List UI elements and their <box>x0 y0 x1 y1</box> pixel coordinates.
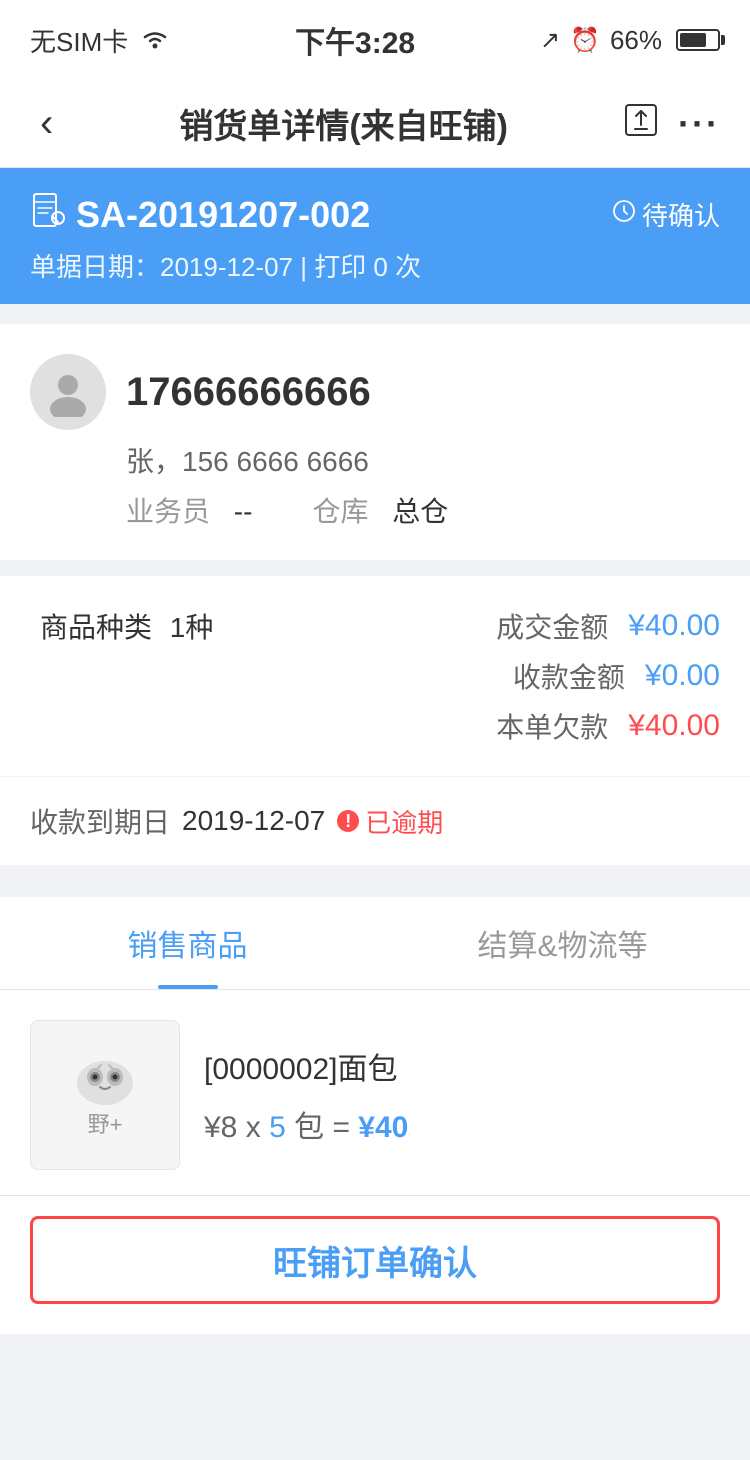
nav-actions: ··· <box>624 103 720 145</box>
battery-icon <box>676 29 720 51</box>
amount-label: 成交金额 <box>496 606 608 646</box>
order-icon <box>30 192 66 237</box>
status-carrier: 无SIM卡 <box>30 22 170 59</box>
overdue-badge: ! 已逾期 <box>337 803 443 840</box>
more-button[interactable]: ··· <box>678 103 720 145</box>
product-item: 野+ [0000002]面包 ¥8 x 5 包 = ¥40 <box>30 1020 720 1170</box>
received-value: ¥0.00 <box>645 659 720 693</box>
customer-info-row: 业务员 -- 仓库 总仓 <box>30 490 720 530</box>
owed-row: 本单欠款 ¥40.00 <box>496 706 720 746</box>
divider-1 <box>0 560 750 576</box>
confirm-order-button[interactable]: 旺铺订单确认 <box>30 1216 720 1304</box>
share-button[interactable] <box>624 103 658 145</box>
tab-products[interactable]: 销售商品 <box>0 897 375 989</box>
product-name: [0000002]面包 <box>204 1044 720 1088</box>
product-image: 野+ <box>30 1020 180 1170</box>
summary-amounts: 成交金额 ¥40.00 收款金额 ¥0.00 本单欠款 ¥40.00 <box>496 606 720 746</box>
tab-settlement[interactable]: 结算&物流等 <box>375 897 750 989</box>
avatar <box>30 354 106 430</box>
product-qty: 5 <box>269 1111 286 1144</box>
tabs-section: 销售商品 结算&物流等 <box>0 897 750 1200</box>
order-banner: SA-20191207-002 待确认 单据日期：2019-12-07 | 打印… <box>0 168 750 304</box>
customer-name-detail: 张，156 6666 6666 <box>30 440 720 480</box>
amount-row: 成交金额 ¥40.00 <box>496 606 720 646</box>
tabs-header: 销售商品 结算&物流等 <box>0 897 750 990</box>
battery-percent: 66% <box>610 25 662 56</box>
due-date-value: 2019-12-07 <box>182 805 325 837</box>
alarm-icon: ⏰ <box>570 26 600 55</box>
amount-value: ¥40.00 <box>628 609 720 643</box>
warehouse-value: 总仓 <box>392 496 448 527</box>
status-right: ↗ ⏰ 66% <box>540 25 720 56</box>
received-row: 收款金额 ¥0.00 <box>513 656 720 696</box>
carrier-text: 无SIM卡 <box>30 22 128 59</box>
bottom-bar: 旺铺订单确认 <box>0 1195 750 1334</box>
divider-2 <box>0 865 750 881</box>
product-type-value: 1种 <box>170 612 214 643</box>
wifi-icon <box>140 25 170 56</box>
order-meta: 单据日期：2019-12-07 | 打印 0 次 <box>30 247 720 284</box>
product-section: 野+ [0000002]面包 ¥8 x 5 包 = ¥40 <box>0 990 750 1200</box>
status-clock-icon <box>612 199 636 230</box>
overdue-text: 已逾期 <box>365 803 443 840</box>
warehouse-label: 仓库 <box>312 496 368 527</box>
staff-label: 业务员 <box>126 496 210 527</box>
due-section: 收款到期日 2019-12-07 ! 已逾期 <box>0 776 750 865</box>
location-icon: ↗ <box>540 26 560 55</box>
page-title: 销货单详情(来自旺铺) <box>179 99 508 148</box>
status-time: 下午3:28 <box>295 18 415 62</box>
product-info: [0000002]面包 ¥8 x 5 包 = ¥40 <box>204 1044 720 1146</box>
owed-label: 本单欠款 <box>496 706 608 746</box>
customer-section: 17666666666 张，156 6666 6666 业务员 -- 仓库 总仓 <box>0 324 750 560</box>
overdue-icon: ! <box>337 810 359 832</box>
staff-value: -- <box>234 496 253 527</box>
owed-value: ¥40.00 <box>628 709 720 743</box>
summary-section: 商品种类 1种 成交金额 ¥40.00 收款金额 ¥0.00 本单欠款 ¥40.… <box>0 576 750 776</box>
received-label: 收款金额 <box>513 656 625 696</box>
order-id: SA-20191207-002 <box>30 192 370 237</box>
product-type-label: 商品种类 <box>40 612 152 643</box>
product-calc: ¥8 x 5 包 = ¥40 <box>204 1102 720 1146</box>
nav-bar: ‹ 销货单详情(来自旺铺) ··· <box>0 80 750 168</box>
order-status: 待确认 <box>612 196 720 233</box>
product-type-row: 商品种类 1种 <box>30 606 213 646</box>
back-button[interactable]: ‹ <box>30 91 63 156</box>
due-date-label: 收款到期日 <box>30 801 170 841</box>
customer-phone: 17666666666 <box>126 370 371 415</box>
status-bar: 无SIM卡 下午3:28 ↗ ⏰ 66% <box>0 0 750 80</box>
product-total: ¥40 <box>358 1111 408 1144</box>
